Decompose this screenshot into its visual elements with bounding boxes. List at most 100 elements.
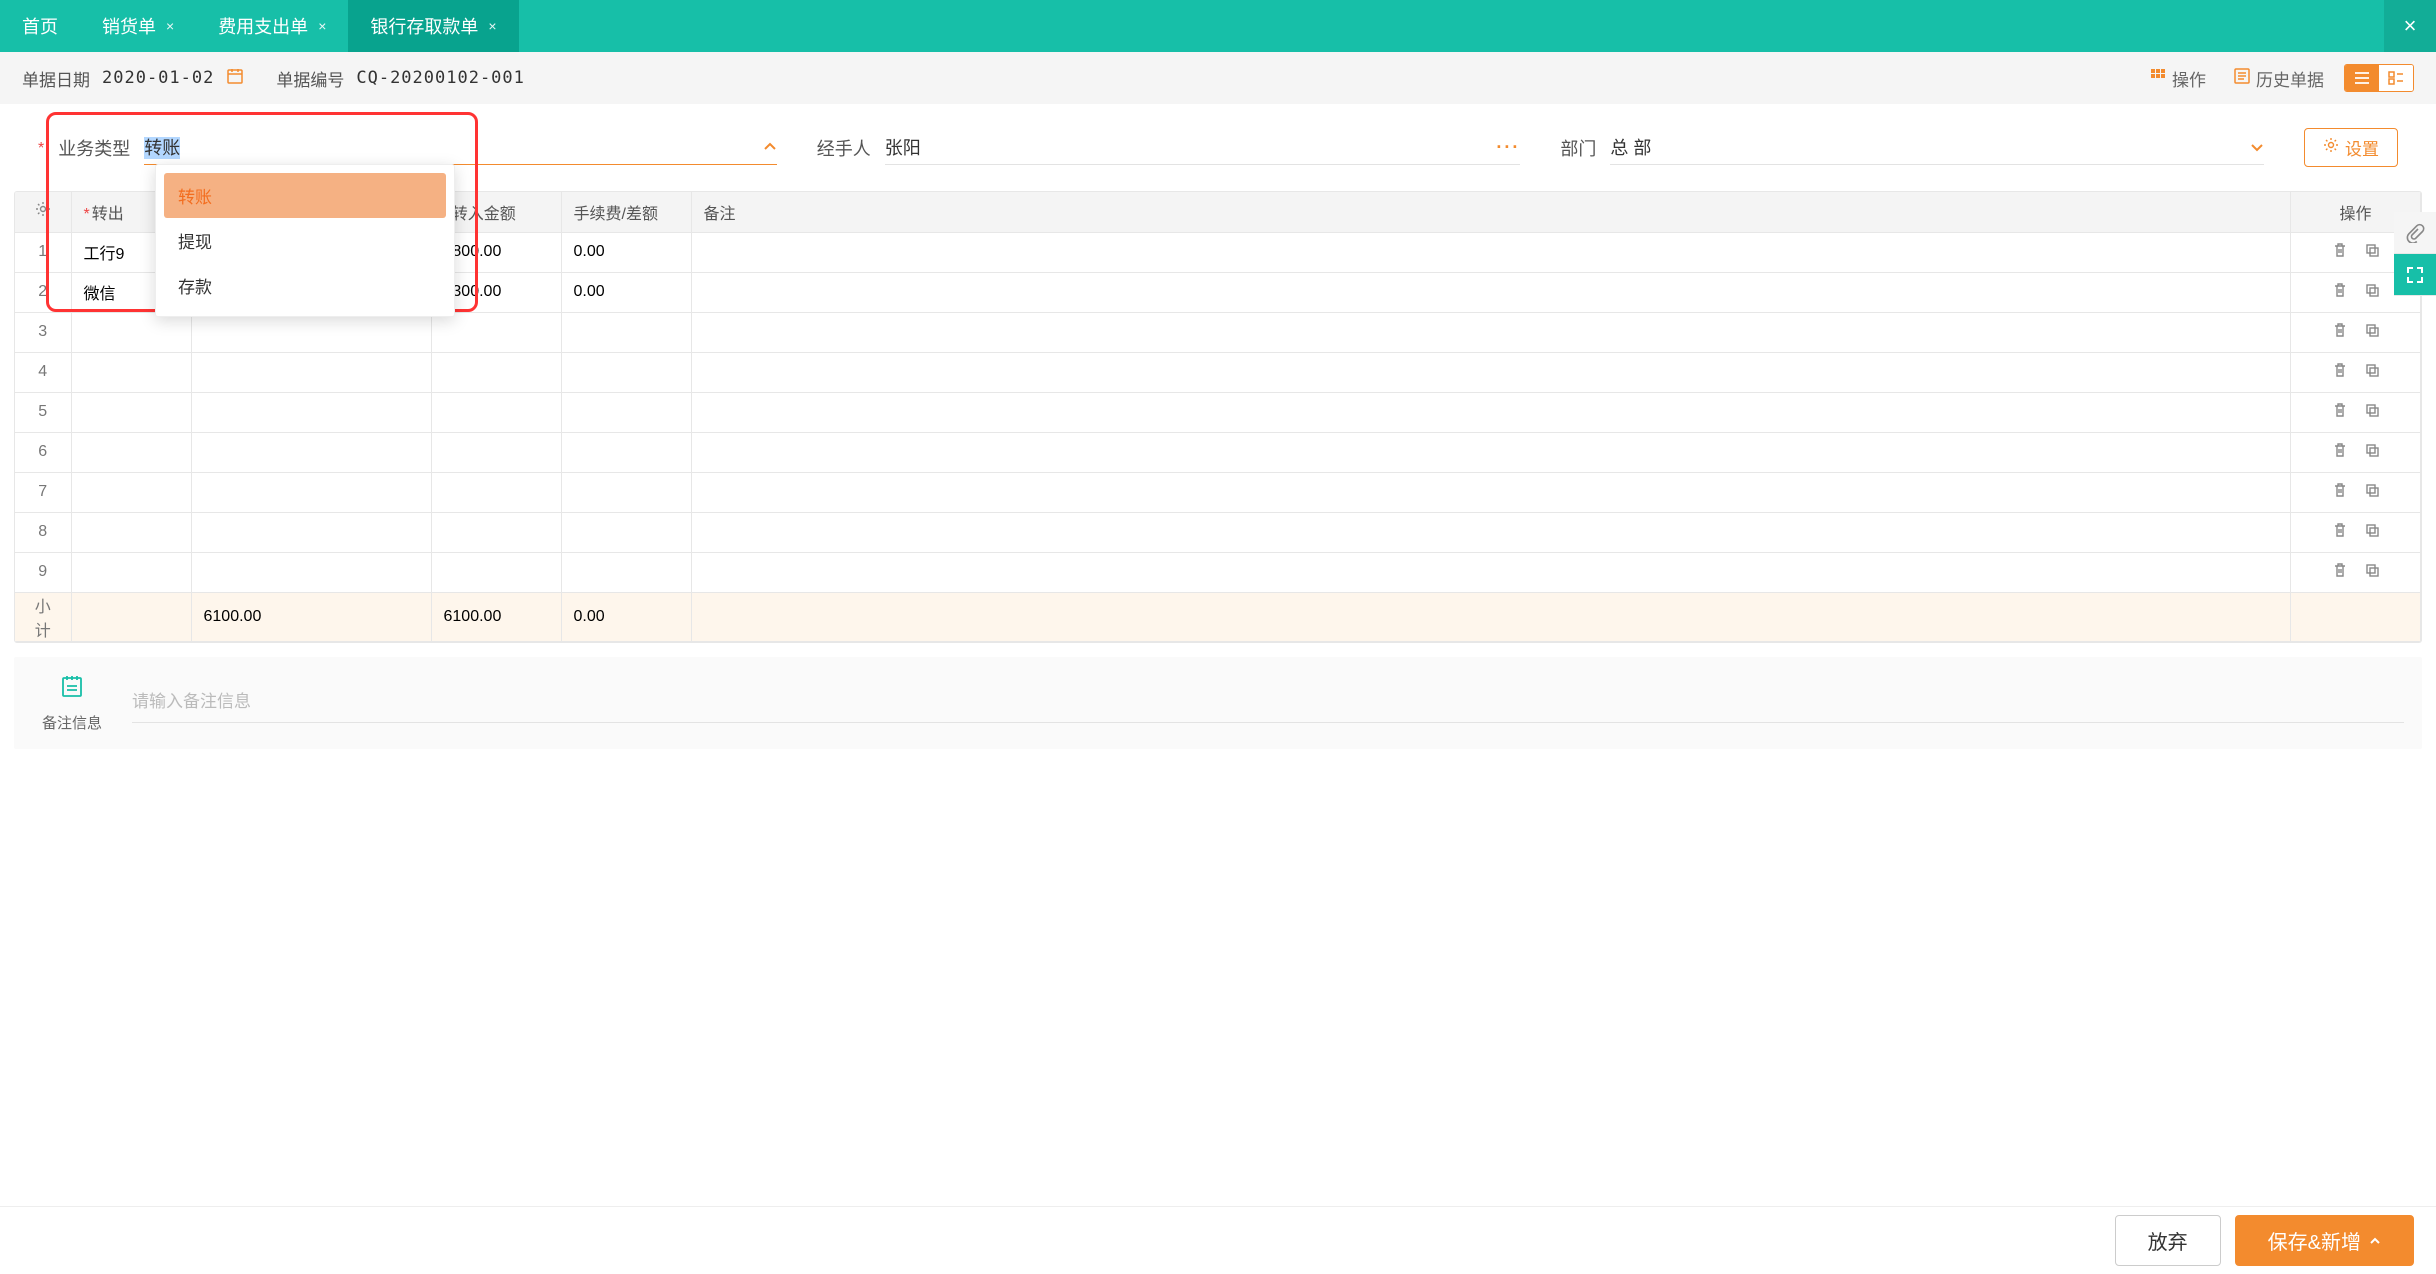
delete-row-button[interactable] [2332, 442, 2348, 463]
cell-placeholder[interactable] [191, 472, 431, 512]
cell-fee[interactable] [561, 472, 691, 512]
cell-fee[interactable]: 0.00 [561, 232, 691, 272]
cell-remark[interactable] [691, 272, 2291, 312]
view-list-button[interactable] [2345, 65, 2379, 91]
cell-remark[interactable] [691, 512, 2291, 552]
cell-in-amount[interactable] [431, 472, 561, 512]
cell-fee[interactable] [561, 312, 691, 352]
table-row[interactable]: 7 [15, 472, 2421, 512]
close-icon[interactable]: × [318, 18, 326, 34]
history-button[interactable]: 历史单据 [2226, 62, 2332, 95]
copy-row-button[interactable] [2364, 442, 2380, 463]
cell-fee[interactable] [561, 352, 691, 392]
cell-in-amount[interactable] [431, 392, 561, 432]
cell-fee[interactable]: 0.00 [561, 272, 691, 312]
copy-row-button[interactable] [2364, 522, 2380, 543]
cell-out-account[interactable] [71, 352, 191, 392]
tab-expense[interactable]: 费用支出单 × [196, 0, 348, 52]
close-app-button[interactable]: × [2384, 0, 2436, 52]
copy-row-button[interactable] [2364, 402, 2380, 423]
close-icon[interactable]: × [166, 18, 174, 34]
cell-in-amount[interactable] [431, 352, 561, 392]
cell-out-account[interactable] [71, 392, 191, 432]
tab-home[interactable]: 首页 [0, 0, 80, 52]
delete-row-button[interactable] [2332, 242, 2348, 263]
filter-dept[interactable]: 部门 总 部 [1560, 130, 2264, 165]
cell-fee[interactable] [561, 432, 691, 472]
copy-row-button[interactable] [2364, 322, 2380, 343]
table-row[interactable]: 3 [15, 312, 2421, 352]
copy-row-button[interactable] [2364, 242, 2380, 263]
delete-row-button[interactable] [2332, 362, 2348, 383]
cell-placeholder[interactable] [191, 352, 431, 392]
cell-fee[interactable] [561, 392, 691, 432]
table-row[interactable]: 8 [15, 512, 2421, 552]
attachment-button[interactable] [2394, 212, 2436, 254]
dropdown-option[interactable]: 提现 [164, 218, 446, 263]
biz-type-dropdown: 转账 提现 存款 [155, 164, 455, 317]
remark-panel: 备注信息 [14, 657, 2422, 749]
close-icon[interactable]: × [488, 18, 496, 34]
filter-handler[interactable]: 经手人 张阳 ··· [817, 130, 1521, 165]
cell-placeholder[interactable] [191, 512, 431, 552]
cell-placeholder[interactable] [191, 552, 431, 592]
cell-fee[interactable] [561, 552, 691, 592]
cell-placeholder[interactable] [191, 432, 431, 472]
delete-row-button[interactable] [2332, 522, 2348, 543]
date-value[interactable]: 2020-01-02 [102, 68, 214, 88]
required-marker: * [38, 137, 44, 158]
cell-remark[interactable] [691, 232, 2291, 272]
dropdown-option[interactable]: 存款 [164, 263, 446, 308]
calendar-icon[interactable] [226, 67, 244, 90]
cell-out-account[interactable] [71, 432, 191, 472]
dropdown-option[interactable]: 转账 [164, 173, 446, 218]
delete-row-button[interactable] [2332, 322, 2348, 343]
delete-row-button[interactable] [2332, 282, 2348, 303]
cancel-button[interactable]: 放弃 [2115, 1215, 2221, 1266]
more-icon[interactable]: ··· [1496, 137, 1520, 158]
cell-remark[interactable] [691, 472, 2291, 512]
copy-row-button[interactable] [2364, 562, 2380, 583]
copy-row-button[interactable] [2364, 482, 2380, 503]
settings-label: 设置 [2345, 135, 2379, 160]
cell-fee[interactable] [561, 512, 691, 552]
cell-remark[interactable] [691, 432, 2291, 472]
cell-in-amount[interactable] [431, 512, 561, 552]
cell-remark[interactable] [691, 392, 2291, 432]
delete-row-button[interactable] [2332, 482, 2348, 503]
cell-in-amount[interactable] [431, 552, 561, 592]
cell-out-account[interactable] [71, 472, 191, 512]
table-settings-header[interactable] [15, 192, 71, 232]
cell-out-account[interactable] [71, 312, 191, 352]
ops-button[interactable]: 操作 [2142, 62, 2214, 95]
copy-row-button[interactable] [2364, 362, 2380, 383]
table-row[interactable]: 6 [15, 432, 2421, 472]
cell-placeholder[interactable] [191, 312, 431, 352]
settings-button[interactable]: 设置 [2304, 128, 2398, 167]
copy-row-button[interactable] [2364, 282, 2380, 303]
cell-out-account[interactable] [71, 552, 191, 592]
expand-button[interactable] [2394, 254, 2436, 296]
table-row[interactable]: 9 [15, 552, 2421, 592]
delete-row-button[interactable] [2332, 402, 2348, 423]
cell-placeholder[interactable] [191, 392, 431, 432]
cell-remark[interactable] [691, 312, 2291, 352]
cell-out-account[interactable] [71, 512, 191, 552]
tab-bank[interactable]: 银行存取款单 × [348, 0, 518, 52]
row-index: 5 [15, 392, 71, 432]
remark-side-label: 备注信息 [32, 667, 112, 739]
chevron-down-icon [2250, 140, 2264, 155]
delete-row-button[interactable] [2332, 562, 2348, 583]
filter-biz-type[interactable]: * 业务类型 转账 [38, 130, 777, 165]
cell-remark[interactable] [691, 552, 2291, 592]
table-row[interactable]: 5 [15, 392, 2421, 432]
cell-in-amount[interactable] [431, 432, 561, 472]
view-card-button[interactable] [2379, 65, 2413, 91]
tab-sales[interactable]: 销货单 × [80, 0, 196, 52]
save-button[interactable]: 保存&新增 [2235, 1215, 2414, 1266]
subtotal-label: 小计 [15, 592, 71, 641]
cell-remark[interactable] [691, 352, 2291, 392]
cell-in-amount[interactable] [431, 312, 561, 352]
table-row[interactable]: 4 [15, 352, 2421, 392]
remark-input[interactable] [132, 683, 2404, 723]
